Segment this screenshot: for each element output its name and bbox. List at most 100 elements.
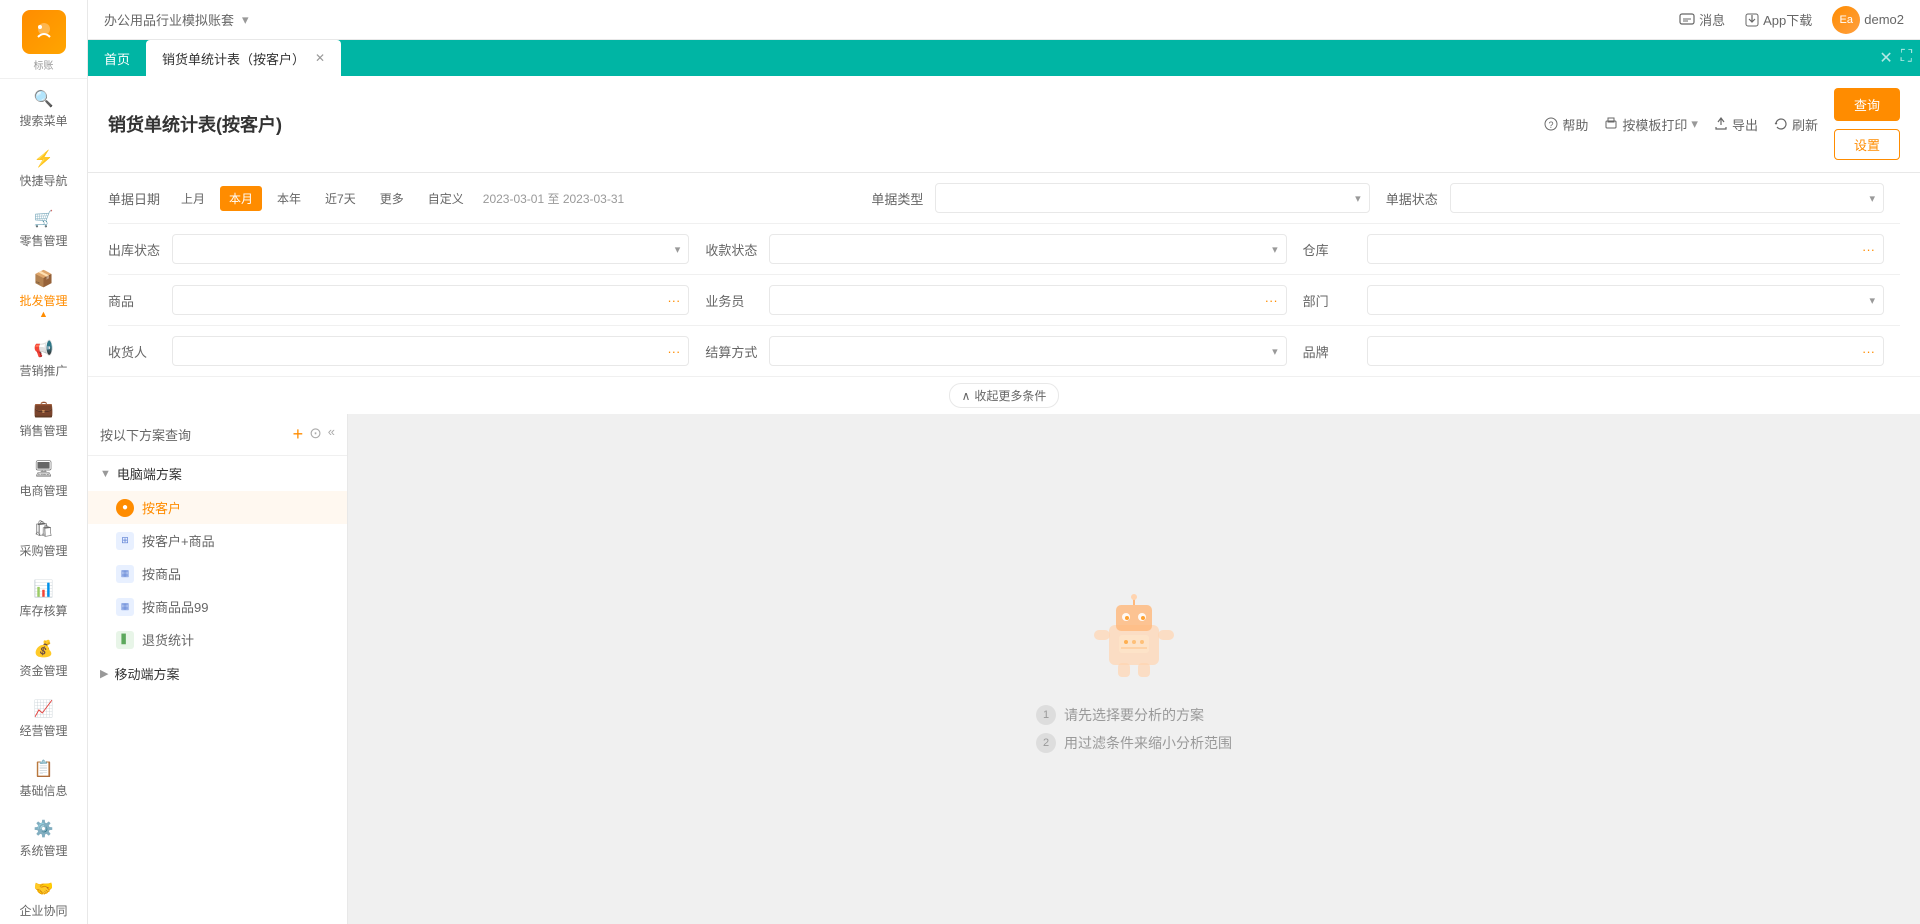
date-btn-custom[interactable]: 自定义 [419,186,473,211]
status-arrow-icon: ▾ [1869,192,1875,205]
sidebar-item-ecommerce[interactable]: 🖥 电商管理 [0,449,87,509]
collapse-panel-btn[interactable]: « [328,424,335,445]
settlement-input[interactable]: ▾ [769,336,1286,366]
plan-item-by-goods[interactable]: ▦ 按商品 [88,557,347,590]
desktop-plan-group: ▼ 电脑端方案 ● 按客户 ⊞ 按客户+商品 ▦ 按商品 [88,456,347,656]
help-btn[interactable]: ? 帮助 [1544,115,1588,134]
brand-input[interactable]: ··· [1367,336,1884,366]
query-button[interactable]: 查询 [1834,88,1900,121]
by-goods-icon: ▦ [116,565,134,583]
refresh-icon [1774,117,1788,131]
sidebar-item-operations[interactable]: 📈 经营管理 [0,689,87,749]
plan-item-return-stats[interactable]: ▋ 退货统计 [88,623,347,656]
add-plan-btn[interactable]: + [293,424,304,445]
sidebar-item-search[interactable]: 🔍 搜索菜单 [0,79,87,139]
export-btn[interactable]: 导出 [1714,115,1758,134]
desktop-group-label: 电脑端方案 [117,464,182,483]
refresh-btn[interactable]: 刷新 [1774,115,1818,134]
filter-row-4: 收货人 ··· 结算方式 ▾ 品牌 [108,326,1900,376]
ecommerce-icon: 🖥 [33,459,53,479]
sidebar-item-sales[interactable]: 💼 销售管理 [0,389,87,449]
left-panel-header: 按以下方案查询 + ⊙ « [88,414,347,456]
status-filter-cell: 单据状态 ▾ [1386,183,1900,213]
plan-item-by-customer-goods[interactable]: ⊞ 按客户+商品 [88,524,347,557]
date-btn-more[interactable]: 更多 [371,186,413,211]
sidebar-item-system[interactable]: ⚙️ 系统管理 [0,809,87,869]
tab-home[interactable]: 首页 [88,40,146,76]
out-status-input[interactable]: ▾ [172,234,689,264]
empty-hint-1: 1 请先选择要分析的方案 [1036,705,1232,725]
goods-input[interactable]: ··· [172,285,689,315]
salesman-input[interactable]: ··· [769,285,1286,315]
basic-icon: 📋 [34,759,54,779]
sidebar-item-finance[interactable]: 💰 资金管理 [0,629,87,689]
top-dropdown-icon[interactable]: ▾ [242,12,249,28]
sidebar-item-inventory[interactable]: 📊 库存核算 [0,569,87,629]
date-btn-this-month[interactable]: 本月 [220,186,262,211]
sidebar-item-marketing[interactable]: 📢 营销推广 [0,329,87,389]
receive-status-input[interactable]: ▾ [769,234,1286,264]
sidebar-item-quick[interactable]: ⚡ 快捷导航 [0,139,87,199]
sales-icon: 💼 [34,399,54,419]
hint-num-1: 1 [1036,705,1056,725]
tabbar: 首页 销货单统计表（按客户） ✕ ✕ ⛶ [88,40,1920,76]
messages-btn[interactable]: 消息 [1679,10,1725,29]
salesman-label: 业务员 [705,291,761,310]
content-area: 销货单统计表(按客户) ? 帮助 按模板打印 ▾ 导出 [88,76,1920,924]
mobile-plan-group: ▶ 移动端方案 [88,656,347,691]
plan-item-by-customer[interactable]: ● 按客户 [88,491,347,524]
department-input[interactable]: ▾ [1367,285,1884,315]
print-icon [1604,117,1618,131]
tab-sales-report[interactable]: 销货单统计表（按客户） ✕ [146,40,341,76]
settings-plan-btn[interactable]: ⊙ [309,424,322,445]
system-icon: ⚙️ [34,819,54,839]
topbar: 办公用品行业模拟账套 ▾ 消息 App下载 Ea demo2 [88,0,1920,40]
tab-maximize-icon[interactable]: ⛶ [1901,48,1912,68]
action-buttons: 查询 设置 [1834,88,1900,160]
collapse-bar: ∧ 收起更多条件 [88,376,1920,414]
workspace: 按以下方案查询 + ⊙ « ▼ 电脑端方案 ● 按客户 [88,414,1920,924]
hint-num-2: 2 [1036,733,1056,753]
sidebar-item-wholesale[interactable]: 📦 批发管理 ▲ [0,259,87,329]
type-label: 单据类型 [871,189,927,208]
date-btn-this-year[interactable]: 本年 [268,186,310,211]
date-btn-7days[interactable]: 近7天 [316,186,365,211]
department-label: 部门 [1303,291,1359,310]
app-download-btn[interactable]: App下载 [1745,10,1812,29]
filter-area: 单据日期 上月 本月 本年 近7天 更多 自定义 2023-03-01 至 20… [88,173,1920,376]
filter-row-2: 出库状态 ▾ 收款状态 ▾ 仓库 [108,224,1900,275]
type-arrow-icon: ▾ [1355,192,1361,205]
sidebar-item-basic[interactable]: 📋 基础信息 [0,749,87,809]
empty-hint-2: 2 用过滤条件来缩小分析范围 [1036,733,1232,753]
tab-close-icon[interactable]: ✕ [315,51,325,65]
left-panel: 按以下方案查询 + ⊙ « ▼ 电脑端方案 ● 按客户 [88,414,348,924]
desktop-group-header[interactable]: ▼ 电脑端方案 [88,456,347,491]
sidebar-item-enterprise[interactable]: 🤝 企业协同 [0,869,87,924]
date-btn-last-month[interactable]: 上月 [172,186,214,211]
status-input[interactable]: ▾ [1450,183,1884,213]
collapse-button[interactable]: ∧ 收起更多条件 [949,383,1060,408]
empty-state: 1 请先选择要分析的方案 2 用过滤条件来缩小分析范围 [1036,585,1232,753]
inventory-icon: 📊 [34,579,54,599]
out-status-filter-cell: 出库状态 ▾ [108,234,705,264]
type-input[interactable]: ▾ [935,183,1369,213]
user-area[interactable]: Ea demo2 [1832,6,1904,34]
template-print-btn[interactable]: 按模板打印 ▾ [1604,115,1698,134]
by-customer-goods-icon: ⊞ [116,532,134,550]
warehouse-dots-icon: ··· [1862,242,1875,257]
sidebar-item-purchase[interactable]: 🛍 采购管理 [0,509,87,569]
goods-dots-icon: ··· [667,293,680,308]
tab-minimize-icon[interactable]: ✕ [1879,48,1892,68]
print-dropdown-icon[interactable]: ▾ [1691,116,1698,132]
plan-item-by-goods99[interactable]: ▦ 按商品品99 [88,590,347,623]
finance-icon: 💰 [34,639,54,659]
settings-button[interactable]: 设置 [1834,129,1900,160]
warehouse-input[interactable]: ··· [1367,234,1884,264]
sidebar-item-retail[interactable]: 🛒 零售管理 [0,199,87,259]
mobile-group-header[interactable]: ▶ 移动端方案 [88,656,347,691]
logo-text: 标账 [34,57,54,72]
settlement-filter-cell: 结算方式 ▾ [705,336,1302,366]
receiver-input[interactable]: ··· [172,336,689,366]
right-content: 1 请先选择要分析的方案 2 用过滤条件来缩小分析范围 [348,414,1920,924]
by-goods99-icon: ▦ [116,598,134,616]
